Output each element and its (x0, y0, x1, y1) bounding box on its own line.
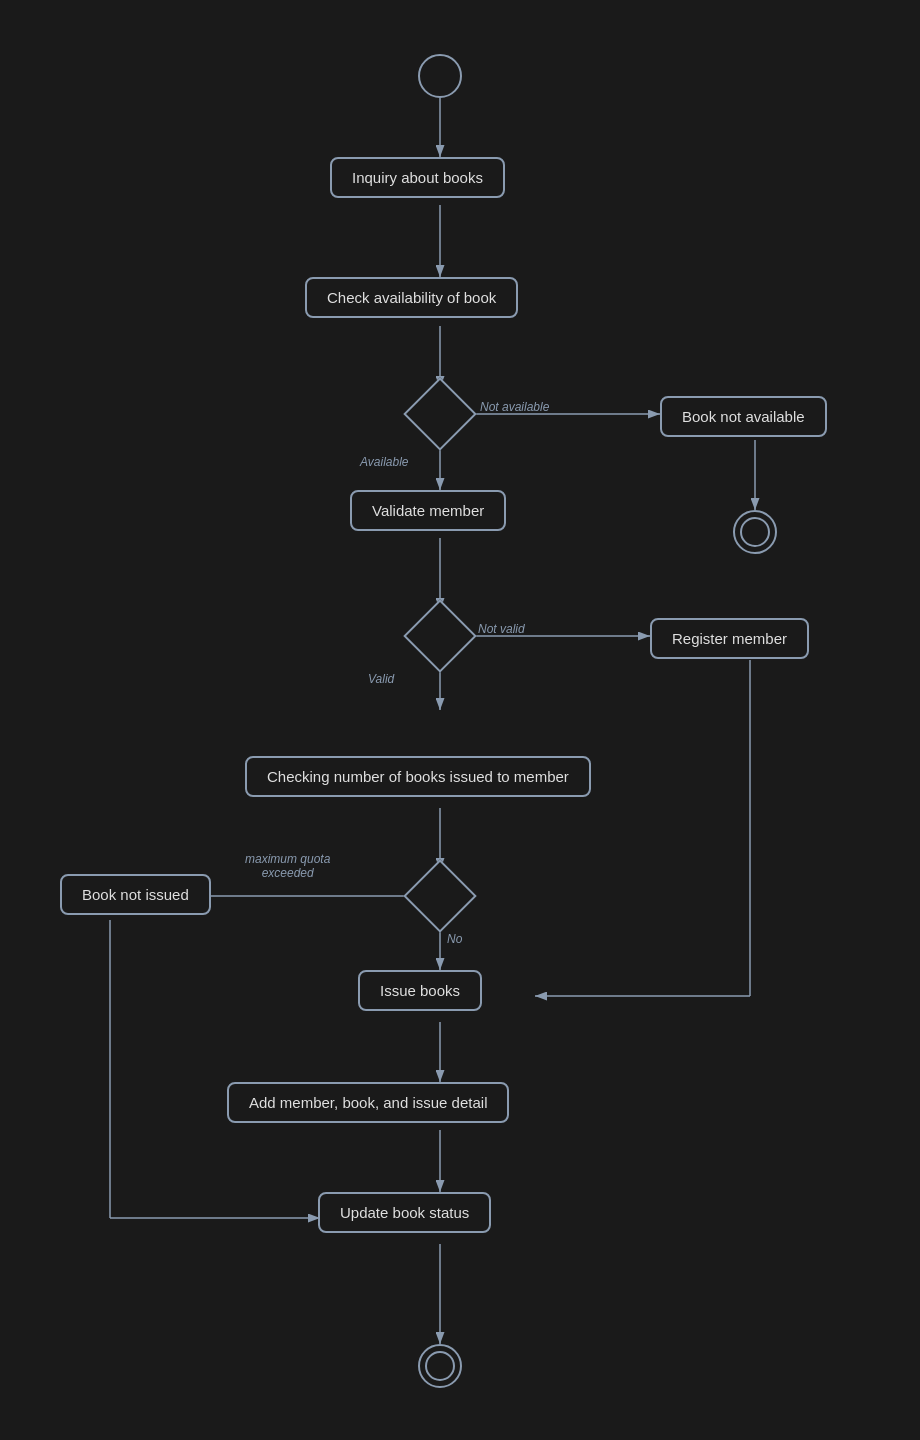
book-not-avail-label: Book not available (682, 408, 805, 425)
validate-member-box: Validate member (350, 490, 506, 531)
register-member-box: Register member (650, 618, 809, 659)
valid-decision-node (414, 610, 466, 662)
check-avail-node: Check availability of book (305, 277, 518, 318)
end-not-avail-node (733, 510, 777, 554)
issue-books-node: Issue books (358, 970, 482, 1011)
validate-member-node: Validate member (350, 490, 506, 531)
issue-books-box: Issue books (358, 970, 482, 1011)
update-status-box: Update book status (318, 1192, 491, 1233)
validate-member-label: Validate member (372, 502, 484, 519)
update-status-node: Update book status (318, 1192, 491, 1233)
issue-books-label: Issue books (380, 982, 460, 999)
available-label: Available (360, 455, 408, 469)
add-detail-label: Add member, book, and issue detail (249, 1094, 487, 1111)
check-avail-box: Check availability of book (305, 277, 518, 318)
inquiry-label: Inquiry about books (352, 169, 483, 186)
avail-decision-node (414, 388, 466, 440)
start-circle (418, 54, 462, 98)
end-circle-inner (425, 1351, 455, 1381)
inquiry-node: Inquiry about books (330, 157, 505, 198)
start-node (418, 54, 462, 98)
add-detail-node: Add member, book, and issue detail (227, 1082, 509, 1123)
update-status-label: Update book status (340, 1204, 469, 1221)
book-not-avail-box: Book not available (660, 396, 827, 437)
checking-books-box: Checking number of books issued to membe… (245, 756, 591, 797)
valid-diamond (403, 599, 477, 673)
end-circle (418, 1344, 462, 1388)
inquiry-box: Inquiry about books (330, 157, 505, 198)
valid-label: Valid (368, 672, 394, 686)
book-not-issued-label: Book not issued (82, 886, 189, 903)
add-detail-box: Add member, book, and issue detail (227, 1082, 509, 1123)
book-not-issued-box: Book not issued (60, 874, 211, 915)
checking-books-node: Checking number of books issued to membe… (245, 756, 591, 797)
not-available-label: Not available (480, 400, 549, 414)
quota-decision-node (414, 870, 466, 922)
not-valid-label: Not valid (478, 622, 525, 636)
quota-diamond (403, 859, 477, 933)
end-node (418, 1344, 462, 1388)
check-avail-label: Check availability of book (327, 289, 496, 306)
register-member-node: Register member (650, 618, 809, 659)
max-quota-label: maximum quotaexceeded (245, 852, 330, 880)
checking-books-label: Checking number of books issued to membe… (267, 768, 569, 785)
avail-diamond (403, 377, 477, 451)
end-not-avail-inner (740, 517, 770, 547)
no-label: No (447, 932, 462, 946)
register-member-label: Register member (672, 630, 787, 647)
book-not-avail-node: Book not available (660, 396, 827, 437)
book-not-issued-node: Book not issued (60, 874, 211, 915)
diagram-container: Inquiry about books Check availability o… (0, 0, 920, 1440)
end-not-avail-circle (733, 510, 777, 554)
